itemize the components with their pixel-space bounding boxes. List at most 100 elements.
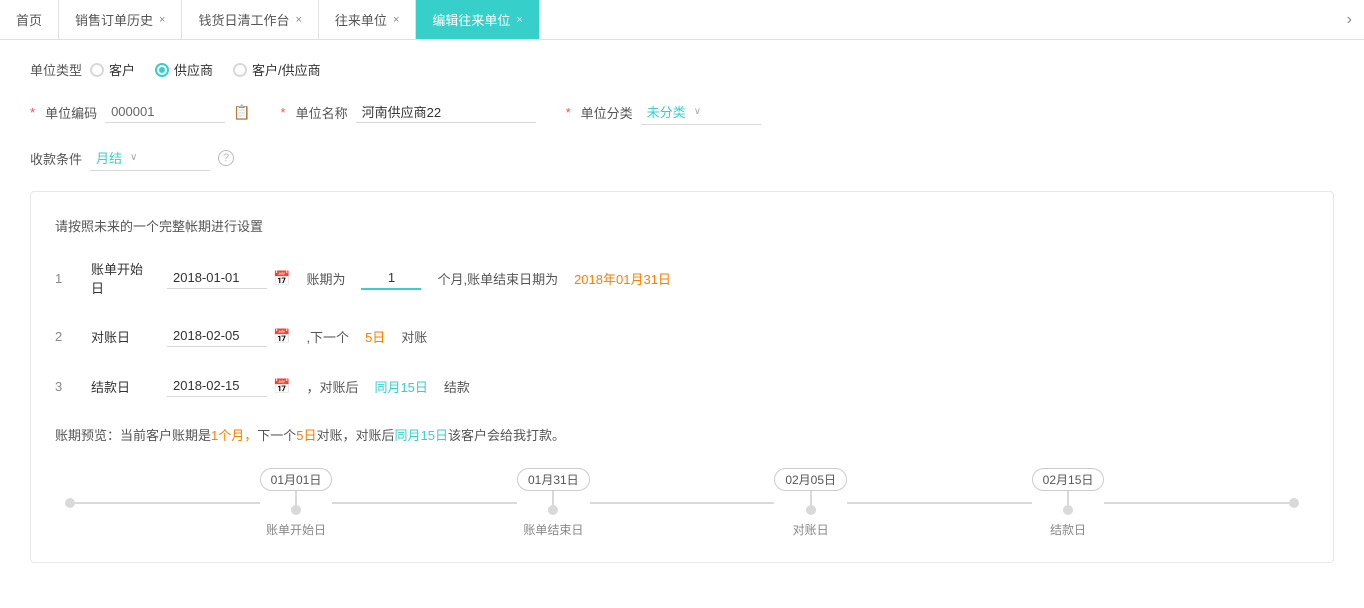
tab-edit-partner[interactable]: 编辑往来单位 ×	[416, 0, 539, 39]
tab-edit-partner-label: 编辑往来单位	[432, 10, 510, 29]
payment-terms-field: 收款条件 月结 ∨ ?	[30, 145, 234, 171]
tab-sales-history[interactable]: 销售订单历史 ×	[59, 0, 182, 39]
tab-sales-history-label: 销售订单历史	[75, 10, 153, 29]
desc-prefix-2: ,下一个	[306, 327, 349, 346]
payment-terms-label: 收款条件	[30, 149, 82, 168]
setting-row-3: 3 结款日 📅 ，对账后同月15日结款	[55, 375, 1309, 397]
preview-prefix: 账期预览：当前客户账期是	[55, 428, 211, 443]
timeline-stem-3	[810, 491, 812, 505]
radio-supplier-circle	[155, 63, 169, 77]
preview-suffix: 该客户会给我打款。	[448, 428, 565, 443]
radio-both-label: 客户/供应商	[252, 60, 321, 79]
desc-suffix-3: 结款	[444, 377, 470, 396]
tab-sales-history-close[interactable]: ×	[159, 14, 165, 26]
preview-section: 账期预览：当前客户账期是1个月，下一个5日对账，对账后同月15日该客户会给我打款…	[55, 425, 1309, 444]
preview-middle: 下一个	[257, 428, 296, 443]
preview-reconcile-day: 5日	[296, 428, 316, 443]
calendar-icon-3[interactable]: 📅	[273, 378, 290, 395]
payment-terms-help-icon[interactable]: ?	[218, 150, 234, 166]
period-input-1[interactable]	[361, 267, 421, 290]
main-content: 单位类型 客户 供应商 客户/供应商 * 单位编码	[0, 40, 1364, 608]
tab-partner-units-close[interactable]: ×	[393, 14, 399, 26]
timeline-stem-1	[295, 491, 297, 505]
unit-category-star: *	[566, 105, 571, 120]
unit-name-field: * 单位名称	[281, 101, 536, 123]
tab-cash-ledger-close[interactable]: ×	[295, 14, 301, 26]
radio-customer[interactable]: 客户	[90, 60, 135, 79]
payment-terms-arrow-icon: ∨	[130, 152, 137, 163]
setting-row-2: 2 对账日 📅 ,下一个5日对账	[55, 325, 1309, 347]
timeline-badge-3: 02月05日	[774, 468, 847, 491]
tabs-bar: 首页 销售订单历史 × 钱货日清工作台 × 往来单位 × 编辑往来单位 × ›	[0, 0, 1364, 40]
timeline-stem-2	[552, 491, 554, 505]
unit-name-input[interactable]	[356, 101, 536, 123]
timeline-connector-2	[590, 502, 775, 504]
tab-partner-units[interactable]: 往来单位 ×	[319, 0, 416, 39]
date-field-3: 📅	[167, 375, 290, 397]
radio-customer-label: 客户	[109, 60, 135, 79]
preview-period: 1个月，	[211, 428, 257, 443]
radio-both-circle	[233, 63, 247, 77]
timeline-connector-0	[75, 502, 260, 504]
tab-edit-partner-close[interactable]: ×	[516, 14, 522, 26]
tab-cash-ledger-label: 钱货日清工作台	[198, 10, 289, 29]
date-input-2[interactable]	[167, 325, 267, 347]
timeline-dot-1	[291, 505, 301, 515]
unit-name-star: *	[281, 105, 286, 120]
timeline-point-1: 01月01日 账单开始日	[260, 468, 333, 538]
desc-prefix-3: ，对账后	[306, 377, 358, 396]
row-type-label-2: 对账日	[91, 327, 151, 346]
tab-home[interactable]: 首页	[0, 0, 59, 39]
unit-code-input[interactable]	[105, 101, 225, 123]
unit-type-label: 单位类型	[30, 60, 82, 79]
date-input-3[interactable]	[167, 375, 267, 397]
unit-type-row: 单位类型 客户 供应商 客户/供应商	[30, 60, 1334, 79]
timeline: 01月01日 账单开始日 01月31日 账单结束日 02月05日 对账日	[55, 468, 1309, 538]
unit-code-field: * 单位编码 📋	[30, 101, 251, 123]
unit-type-field: 单位类型 客户 供应商 客户/供应商	[30, 60, 321, 79]
timeline-label-3: 对账日	[793, 521, 829, 538]
radio-both[interactable]: 客户/供应商	[233, 60, 321, 79]
timeline-badge-1: 01月01日	[260, 468, 333, 491]
unit-details-row: * 单位编码 📋 * 单位名称 * 单位分类 未分类 ∨	[30, 99, 1334, 125]
card-title: 请按照未来的一个完整帐期进行设置	[55, 216, 1309, 235]
period-unit-1: 个月,账单结束日期为	[437, 269, 558, 288]
unit-category-arrow-icon: ∨	[694, 106, 701, 117]
tab-home-label: 首页	[16, 10, 42, 29]
tab-partner-units-label: 往来单位	[335, 10, 387, 29]
unit-code-label: 单位编码	[45, 103, 97, 122]
timeline-label-2: 账单结束日	[523, 521, 583, 538]
date-field-1: 📅	[167, 267, 290, 289]
tab-more-button[interactable]: ›	[1335, 0, 1364, 39]
timeline-label-1: 账单开始日	[266, 521, 326, 538]
payment-terms-value: 月结	[96, 148, 122, 167]
unit-category-dropdown[interactable]: 未分类 ∨	[641, 99, 761, 125]
row-number-3: 3	[55, 379, 75, 394]
row-number-2: 2	[55, 329, 75, 344]
tab-cash-ledger[interactable]: 钱货日清工作台 ×	[182, 0, 318, 39]
settings-card: 请按照未来的一个完整帐期进行设置 1 账单开始日 📅 账期为 个月,账单结束日期…	[30, 191, 1334, 563]
timeline-left-dot	[65, 498, 75, 508]
payment-terms-dropdown[interactable]: 月结 ∨	[90, 145, 210, 171]
timeline-dot-4	[1063, 505, 1073, 515]
calendar-icon-2[interactable]: 📅	[273, 328, 290, 345]
timeline-point-4: 02月15日 结款日	[1032, 468, 1105, 538]
timeline-stem-4	[1067, 491, 1069, 505]
radio-supplier[interactable]: 供应商	[155, 60, 213, 79]
setting-row-1: 1 账单开始日 📅 账期为 个月,账单结束日期为 2018年01月31日	[55, 259, 1309, 297]
radio-supplier-label: 供应商	[174, 60, 213, 79]
calendar-icon-1[interactable]: 📅	[273, 270, 290, 287]
unit-name-label: 单位名称	[296, 103, 348, 122]
timeline-dot-3	[806, 505, 816, 515]
row-type-label-3: 结款日	[91, 377, 151, 396]
date-input-1[interactable]	[167, 267, 267, 289]
timeline-right-dot	[1289, 498, 1299, 508]
unit-code-copy-icon[interactable]: 📋	[233, 104, 250, 121]
unit-category-field: * 单位分类 未分类 ∨	[566, 99, 761, 125]
timeline-point-3: 02月05日 对账日	[774, 468, 847, 538]
timeline-badge-2: 01月31日	[517, 468, 590, 491]
period-end-date-1: 2018年01月31日	[574, 269, 671, 288]
timeline-label-4: 结款日	[1050, 521, 1086, 538]
row-number-1: 1	[55, 271, 75, 286]
timeline-connector-3	[847, 502, 1032, 504]
